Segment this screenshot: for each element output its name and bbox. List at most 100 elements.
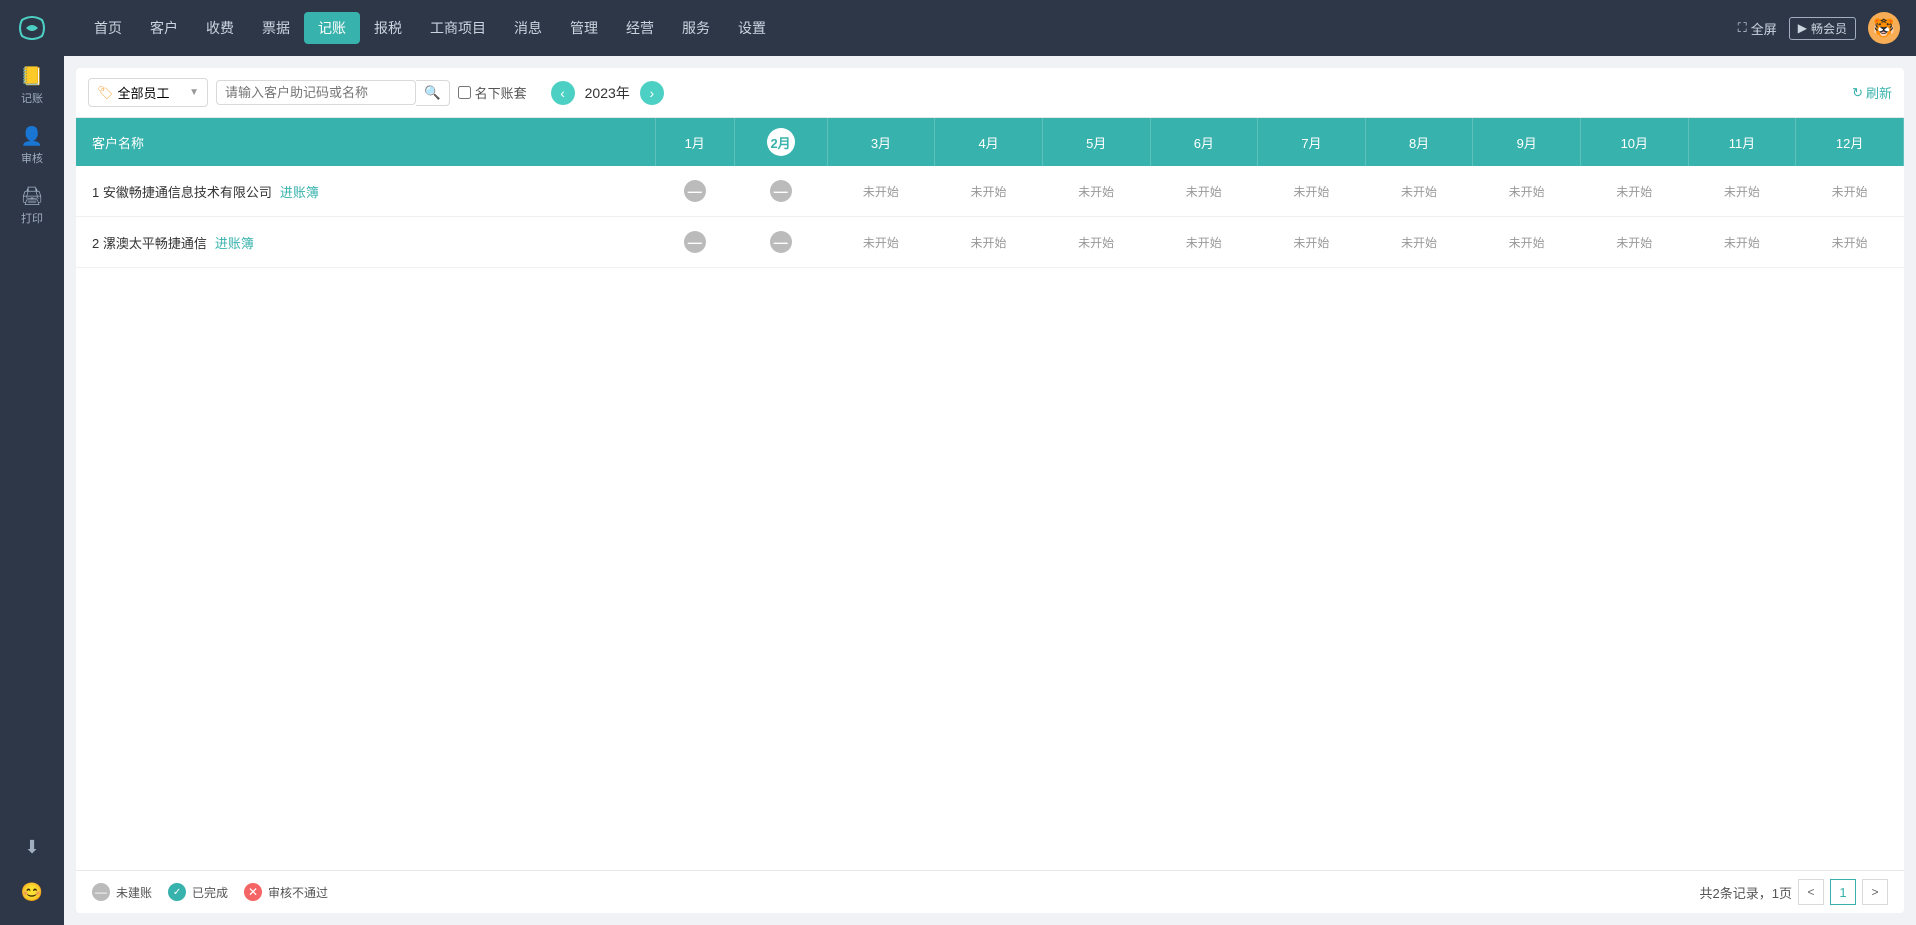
not-started-status: 未开始 — [1724, 185, 1760, 199]
prev-year-button[interactable]: ‹ — [551, 81, 575, 105]
not-started-status: 未开始 — [1293, 185, 1329, 199]
next-page-button[interactable]: > — [1862, 879, 1888, 905]
row-index: 1 安徽畅捷通信息技术有限公司 — [92, 185, 272, 200]
col-header-jun: 6月 — [1150, 118, 1258, 166]
sidebar-item-audit[interactable]: 👤 审核 — [0, 116, 64, 176]
not-started-status: 未开始 — [1616, 236, 1652, 250]
fullscreen-button[interactable]: ⛶ 全屏 — [1738, 19, 1777, 38]
col-header-apr: 4月 — [935, 118, 1043, 166]
month-cell-8: 未开始 — [1365, 217, 1473, 268]
next-year-button[interactable]: › — [640, 81, 664, 105]
vip-icon: ▶ — [1798, 21, 1807, 35]
sidebar-item-download[interactable]: ⬇ — [0, 827, 64, 868]
search-input[interactable] — [216, 80, 416, 105]
nav-accounting[interactable]: 记账 — [304, 12, 360, 44]
col-header-jan: 1月 — [655, 118, 734, 166]
month-cell-6: 未开始 — [1150, 217, 1258, 268]
audit-icon: 👤 — [21, 126, 43, 147]
accounting-icon: 📒 — [21, 66, 43, 87]
nav-operation[interactable]: 经营 — [612, 12, 668, 44]
not-started-status: 未开始 — [1078, 236, 1114, 250]
refresh-label: 刷新 — [1866, 83, 1892, 102]
col-header-feb: 2月 — [734, 118, 827, 166]
not-built-dot: — — [770, 231, 792, 253]
vip-button[interactable]: ▶ 畅会员 — [1789, 17, 1856, 40]
nav-message[interactable]: 消息 — [500, 12, 556, 44]
not-started-status: 未开始 — [863, 185, 899, 199]
col-header-may: 5月 — [1042, 118, 1150, 166]
toolbar: 🏷 全部员工 ▼ 🔍 名下账套 ‹ 2023年 › ↻ 刷新 — [76, 68, 1904, 118]
month-cell-12: 未开始 — [1796, 166, 1904, 217]
pagination: 共2条记录，1页 < 1 > — [1700, 879, 1888, 905]
not-started-status: 未开始 — [1832, 185, 1868, 199]
table-row: 1 安徽畅捷通信息技术有限公司进账簿——未开始未开始未开始未开始未开始未开始未开… — [76, 166, 1904, 217]
month-cell-9: 未开始 — [1473, 217, 1581, 268]
col-header-oct: 10月 — [1581, 118, 1689, 166]
col-header-mar: 3月 — [827, 118, 935, 166]
col-header-name: 客户名称 — [76, 118, 655, 166]
sidebar-item-print-label: 打印 — [21, 210, 43, 226]
month-cell-2: — — [734, 166, 827, 217]
not-started-status: 未开始 — [1293, 236, 1329, 250]
month-cell-4: 未开始 — [935, 166, 1043, 217]
not-started-status: 未开始 — [1078, 185, 1114, 199]
month-cell-8: 未开始 — [1365, 166, 1473, 217]
sidebar-item-print[interactable]: 🖨 打印 — [0, 176, 64, 236]
not-started-status: 未开始 — [1832, 236, 1868, 250]
fullscreen-label: 全屏 — [1751, 19, 1777, 38]
table-wrap: 客户名称 1月 2月 3月 4月 5月 6月 7月 8月 9月 10月 11月 — [76, 118, 1904, 870]
not-started-status: 未开始 — [1616, 185, 1652, 199]
search-button[interactable]: 🔍 — [416, 80, 450, 106]
nav-settings[interactable]: 设置 — [724, 12, 780, 44]
col-header-jul: 7月 — [1258, 118, 1366, 166]
main-area: 首页 客户 收费 票据 记账 报税 工商项目 消息 管理 经营 服务 设置 ⛶ … — [64, 0, 1916, 925]
col-header-aug: 8月 — [1365, 118, 1473, 166]
year-nav: ‹ 2023年 › — [551, 81, 664, 105]
legend-completed: ✓ 已完成 — [168, 883, 228, 901]
nav-home[interactable]: 首页 — [80, 12, 136, 44]
content-area: 🏷 全部员工 ▼ 🔍 名下账套 ‹ 2023年 › ↻ 刷新 — [64, 56, 1916, 925]
tag-icon: 🏷 — [97, 85, 114, 101]
sidebar-item-accounting[interactable]: 📒 记账 — [0, 56, 64, 116]
sub-accounts-checkbox-label[interactable]: 名下账套 — [458, 83, 527, 102]
total-records: 共2条记录，1页 — [1700, 883, 1792, 902]
top-nav: 首页 客户 收费 票据 记账 报税 工商项目 消息 管理 经营 服务 设置 ⛶ … — [64, 0, 1916, 56]
nav-client[interactable]: 客户 — [136, 12, 192, 44]
legend-not-built: — 未建账 — [92, 883, 152, 901]
not-started-status: 未开始 — [1186, 185, 1222, 199]
enter-ledger-link[interactable]: 进账簿 — [280, 185, 319, 200]
download-icon: ⬇ — [24, 837, 39, 858]
nav-business[interactable]: 工商项目 — [416, 12, 500, 44]
nav-manage[interactable]: 管理 — [556, 12, 612, 44]
col-header-nov: 11月 — [1688, 118, 1796, 166]
employee-filter[interactable]: 🏷 全部员工 ▼ — [88, 78, 208, 107]
month-cell-11: 未开始 — [1688, 166, 1796, 217]
prev-page-button[interactable]: < — [1798, 879, 1824, 905]
sidebar-item-audit-label: 审核 — [21, 150, 43, 166]
nav-billing[interactable]: 收费 — [192, 12, 248, 44]
month-cell-9: 未开始 — [1473, 166, 1581, 217]
avatar[interactable]: 🐯 — [1868, 12, 1900, 44]
nav-service[interactable]: 服务 — [668, 12, 724, 44]
month-cell-5: 未开始 — [1042, 217, 1150, 268]
sidebar-logo — [0, 0, 64, 56]
fullscreen-icon: ⛶ — [1738, 20, 1747, 36]
month-cell-7: 未开始 — [1258, 166, 1366, 217]
enter-ledger-link[interactable]: 进账簿 — [215, 236, 254, 251]
col-header-sep: 9月 — [1473, 118, 1581, 166]
not-started-status: 未开始 — [1401, 236, 1437, 250]
nav-tax[interactable]: 报税 — [360, 12, 416, 44]
month-cell-3: 未开始 — [827, 217, 935, 268]
sidebar-item-help[interactable]: 😊 — [0, 872, 64, 913]
month-cell-7: 未开始 — [1258, 217, 1366, 268]
nav-invoice[interactable]: 票据 — [248, 12, 304, 44]
legend-rejected-label: 审核不通过 — [268, 884, 328, 901]
not-built-dot: — — [770, 180, 792, 202]
month-cell-1: — — [655, 166, 734, 217]
not-started-status: 未开始 — [1509, 236, 1545, 250]
not-built-dot: — — [684, 231, 706, 253]
refresh-button[interactable]: ↻ 刷新 — [1852, 83, 1892, 102]
sub-accounts-checkbox[interactable] — [458, 86, 471, 99]
month-cell-5: 未开始 — [1042, 166, 1150, 217]
nav-right: ⛶ 全屏 ▶ 畅会员 🐯 — [1738, 12, 1900, 44]
